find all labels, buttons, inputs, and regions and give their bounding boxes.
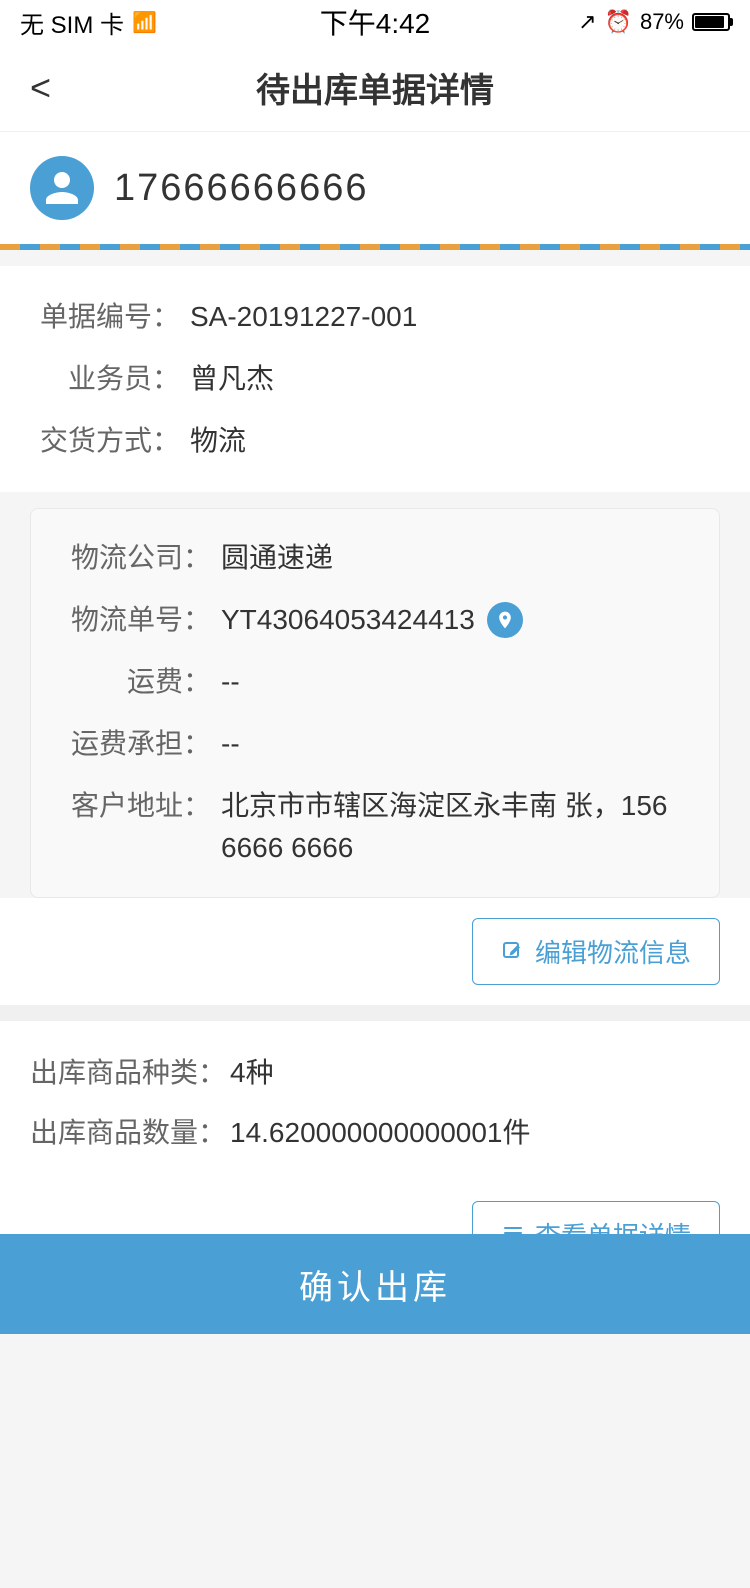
- battery-icon: [692, 13, 730, 31]
- user-section: 17666666666: [0, 132, 750, 244]
- edit-btn-label: 编辑物流信息: [535, 933, 691, 970]
- status-bar: 无 SIM 卡 📶 下午4:42 ↗ ⏰ 87%: [0, 0, 750, 44]
- carrier-text: 无 SIM 卡: [20, 5, 124, 40]
- edit-icon: [501, 940, 525, 964]
- freight-bear-row: 运费承担： --: [61, 723, 689, 765]
- freight-bear-value: --: [221, 723, 689, 765]
- tracking-location-button[interactable]: [487, 602, 523, 638]
- salesman-label: 业务员：: [30, 358, 190, 400]
- outbound-type-label: 出库商品种类：: [30, 1051, 230, 1091]
- tracking-value-container: YT43064053424413: [221, 599, 689, 641]
- avatar: [30, 156, 94, 220]
- back-button[interactable]: <: [30, 57, 61, 119]
- page-title: 待出库单据详情: [256, 63, 494, 112]
- outbound-quantity-row: 出库商品数量： 14.620000000000001件: [30, 1111, 720, 1151]
- logistics-card: 物流公司： 圆通速递 物流单号： YT43064053424413 运费： --…: [30, 508, 720, 898]
- freight-label: 运费：: [61, 661, 221, 703]
- edit-btn-row: 编辑物流信息: [0, 898, 750, 1005]
- logistics-company-value: 圆通速递: [221, 537, 689, 579]
- wifi-icon: 📶: [132, 10, 157, 35]
- address-row: 客户地址： 北京市市辖区海淀区永丰南 张，156 6666 6666: [61, 785, 689, 869]
- delivery-label: 交货方式：: [30, 420, 190, 462]
- nav-bar: < 待出库单据详情: [0, 44, 750, 132]
- section-separator: [0, 1005, 750, 1021]
- confirm-button-bar[interactable]: 确认出库: [0, 1234, 750, 1334]
- logistics-company-label: 物流公司：: [61, 537, 221, 579]
- order-no-label: 单据编号：: [30, 296, 190, 338]
- delivery-row: 交货方式： 物流: [30, 420, 720, 462]
- tracking-number: YT43064053424413: [221, 599, 475, 641]
- outbound-quantity-value: 14.620000000000001件: [230, 1111, 531, 1151]
- address-value: 北京市市辖区海淀区永丰南 张，156 6666 6666: [221, 785, 689, 869]
- outbound-type-value: 4种: [230, 1051, 274, 1091]
- location-status-icon: ↗: [578, 9, 596, 35]
- edit-logistics-button[interactable]: 编辑物流信息: [472, 918, 720, 985]
- status-time: 下午4:42: [320, 2, 431, 42]
- map-pin-icon: [495, 610, 515, 630]
- status-left: 无 SIM 卡 📶: [20, 5, 157, 40]
- tracking-label: 物流单号：: [61, 599, 221, 641]
- battery-percent: 87%: [640, 9, 684, 35]
- dashed-separator: [0, 244, 750, 250]
- salesman-row: 业务员： 曾凡杰: [30, 358, 720, 400]
- confirm-btn-text: 确认出库: [299, 1260, 451, 1309]
- salesman-value: 曾凡杰: [190, 358, 720, 400]
- outbound-type-row: 出库商品种类： 4种: [30, 1051, 720, 1091]
- logistics-company-row: 物流公司： 圆通速递: [61, 537, 689, 579]
- user-avatar-icon: [42, 168, 82, 208]
- outbound-section: 出库商品种类： 4种 出库商品数量： 14.620000000000001件: [0, 1021, 750, 1181]
- alarm-icon: ⏰: [605, 9, 632, 35]
- freight-bear-label: 运费承担：: [61, 723, 221, 765]
- basic-info-section: 单据编号： SA-20191227-001 业务员： 曾凡杰 交货方式： 物流: [0, 266, 750, 492]
- status-right: ↗ ⏰ 87%: [578, 9, 730, 35]
- freight-value: --: [221, 661, 689, 703]
- outbound-quantity-label: 出库商品数量：: [30, 1111, 230, 1151]
- tracking-row: 物流单号： YT43064053424413: [61, 599, 689, 641]
- user-phone: 17666666666: [114, 167, 368, 210]
- order-no-row: 单据编号： SA-20191227-001: [30, 296, 720, 338]
- address-label: 客户地址：: [61, 785, 221, 827]
- delivery-value: 物流: [190, 420, 720, 462]
- order-no-value: SA-20191227-001: [190, 296, 720, 338]
- freight-row: 运费： --: [61, 661, 689, 703]
